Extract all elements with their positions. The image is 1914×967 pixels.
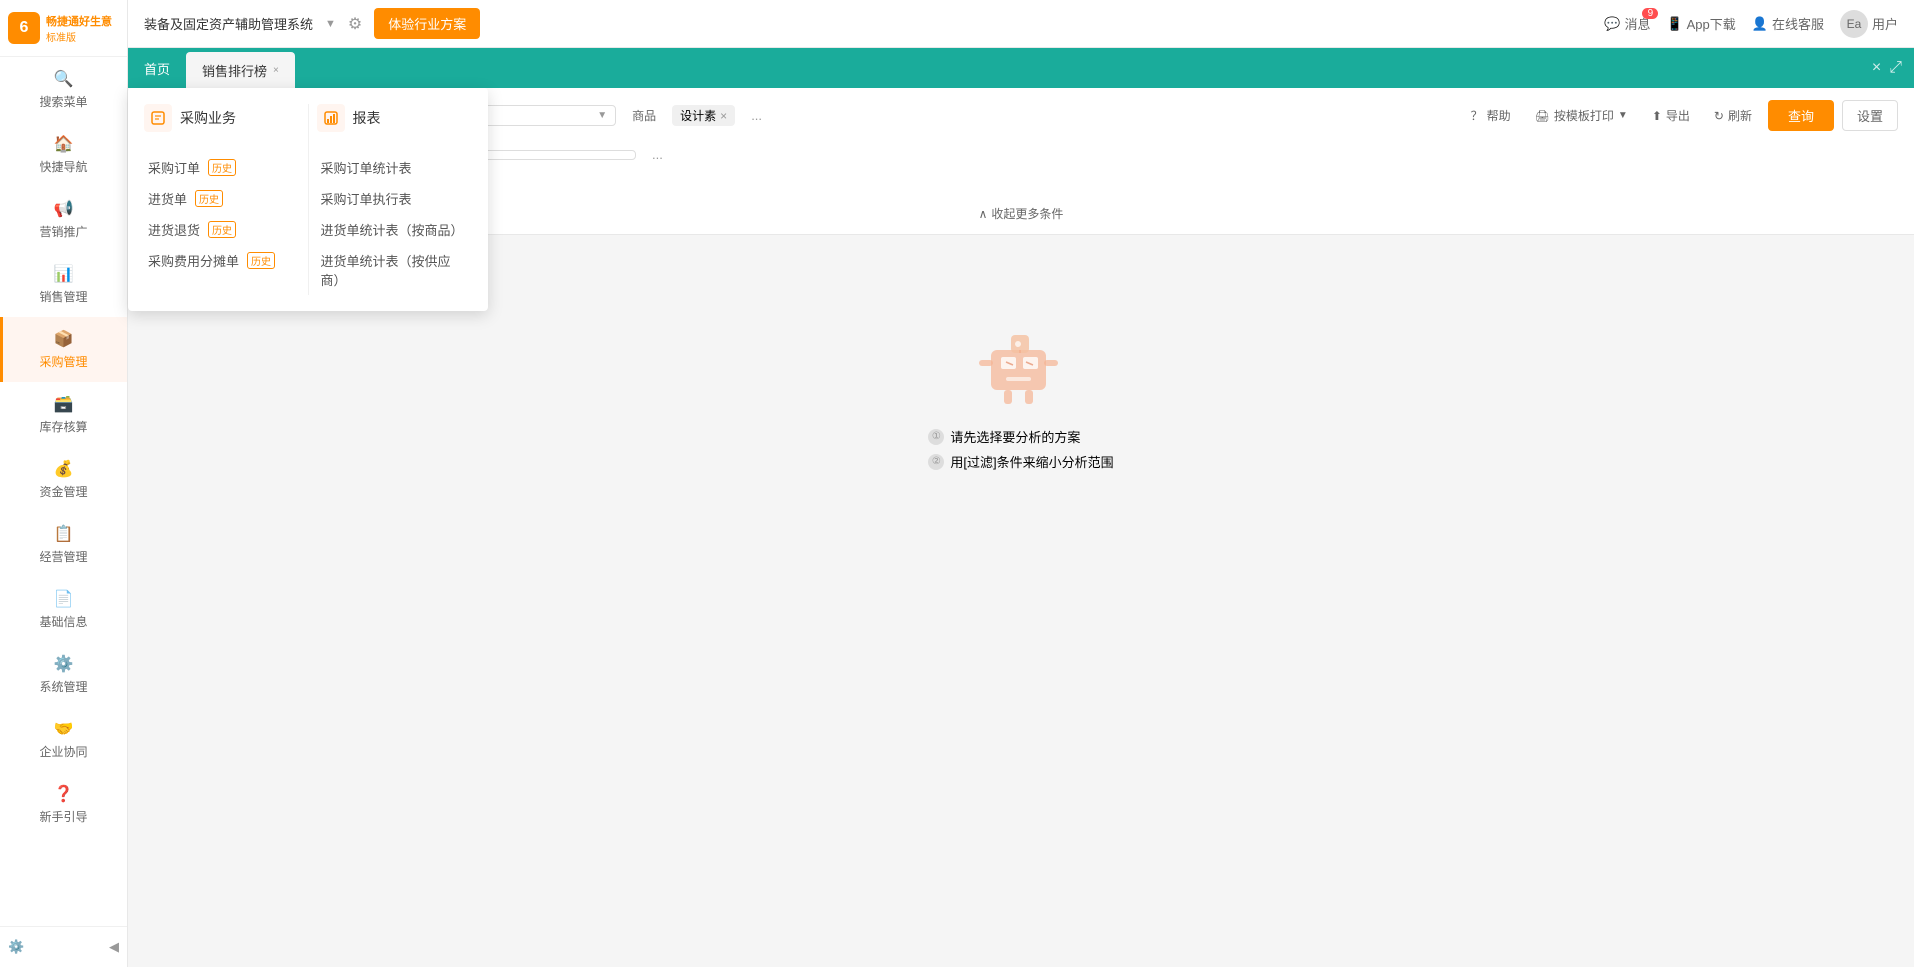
collapse-sidebar-icon[interactable]: ◀ xyxy=(109,939,119,955)
marketing-icon: 📢 xyxy=(54,199,74,219)
industry-button[interactable]: 体验行业方案 xyxy=(374,8,480,39)
help-button[interactable]: ？ 帮助 xyxy=(1463,103,1519,128)
top-bar-right: 💬 消息 9 📱 App下载 👤 在线客服 Ea 用户 xyxy=(1604,10,1898,38)
topbar-settings-icon[interactable]: ⚙ xyxy=(348,14,362,34)
tip-dot-1: ① xyxy=(928,429,944,445)
collapse-icon: ∧ xyxy=(979,207,988,221)
purchase-business-icon xyxy=(144,104,172,132)
empty-illustration xyxy=(971,315,1071,415)
query-button[interactable]: 查询 xyxy=(1768,100,1834,131)
collapse-button[interactable]: ∧ 收起更多条件 xyxy=(979,205,1064,222)
sidebar-footer: ⚙️ ◀ xyxy=(0,926,127,967)
tab-bar: 首页 销售排行榜 × × ⤢ xyxy=(128,48,1914,88)
goods-tag: 设计素 × xyxy=(672,105,735,126)
menu-purchase-order-exec[interactable]: 采购订单执行表 xyxy=(317,183,473,214)
enterprise-icon: 🤝 xyxy=(54,719,74,739)
dropdown-col-purchase-header: 采购业务 xyxy=(144,104,300,140)
tab-sales-rank[interactable]: 销售排行榜 × xyxy=(186,52,295,88)
tip-2: ② 用[过滤]条件来缩小分析范围 xyxy=(928,452,1113,471)
sidebar-item-search[interactable]: 🔍 搜索菜单 xyxy=(0,57,127,122)
phone-icon: 📱 xyxy=(1666,16,1682,32)
logo-icon: 6 xyxy=(8,12,40,44)
message-button[interactable]: 💬 消息 9 xyxy=(1604,14,1650,33)
finance-icon: 💰 xyxy=(54,459,74,479)
menu-goods-return[interactable]: 进货退货 历史 xyxy=(144,214,300,245)
dropdown-divider xyxy=(308,104,309,295)
sidebar-item-operations[interactable]: 📋 经营管理 xyxy=(0,512,127,577)
empty-tips: ① 请先选择要分析的方案 ② 用[过滤]条件来缩小分析范围 xyxy=(928,427,1113,477)
logo-text: 畅捷通好生意 标准版 xyxy=(46,13,112,44)
sidebar-item-quick-nav[interactable]: 🏠 快捷导航 xyxy=(0,122,127,187)
inventory-icon: 🗃️ xyxy=(54,394,74,414)
purchase-business-title: 采购业务 xyxy=(180,108,236,128)
window-close-icon[interactable]: × xyxy=(1872,59,1881,77)
dropdown-col-purchase: 采购业务 采购订单 历史 进货单 历史 进货退货 历史 xyxy=(144,104,300,295)
menu-goods-receipt[interactable]: 进货单 历史 xyxy=(144,183,300,214)
system-icon: ⚙️ xyxy=(54,654,74,674)
online-service-button[interactable]: 👤 在线客服 xyxy=(1752,14,1824,33)
help-icon: ？ xyxy=(1471,107,1483,124)
tab-home[interactable]: 首页 xyxy=(128,48,186,88)
guide-icon: ❓ xyxy=(54,784,74,804)
dropdown-columns: 采购业务 采购订单 历史 进货单 历史 进货退货 历史 xyxy=(144,104,472,295)
filter-actions: ？ 帮助 🖨 按模板打印 ▼ ⬆ 导出 ↻ xyxy=(1463,100,1898,131)
goods-label: 商品 xyxy=(632,107,656,124)
print-button[interactable]: 🖨 按模板打印 ▼ xyxy=(1527,103,1636,128)
sidebar-item-guide[interactable]: ❓ 新手引导 xyxy=(0,772,127,837)
dropdown-col-reports: 报表 采购订单统计表 采购订单执行表 进货单统计表（按商品） 进货单统计表（按供… xyxy=(317,104,473,295)
purchase-icon: 📦 xyxy=(54,329,74,349)
menu-goods-receipt-stats-goods[interactable]: 进货单统计表（按商品） xyxy=(317,214,473,245)
tip-1: ① 请先选择要分析的方案 xyxy=(928,427,1113,446)
tip-dot-2: ② xyxy=(928,454,944,470)
tab-bar-right: × ⤢ xyxy=(1872,59,1914,77)
service-icon: 👤 xyxy=(1752,16,1768,32)
basic-info-icon: 📄 xyxy=(54,589,74,609)
app-download-button[interactable]: 📱 App下载 xyxy=(1666,14,1735,33)
menu-purchase-order-stats[interactable]: 采购订单统计表 xyxy=(317,152,473,183)
settings-icon[interactable]: ⚙️ xyxy=(8,939,24,955)
sidebar-item-basic-info[interactable]: 📄 基础信息 xyxy=(0,577,127,642)
menu-purchase-expense[interactable]: 采购费用分摊单 历史 xyxy=(144,245,300,276)
sidebar-item-purchase[interactable]: 📦 采购管理 xyxy=(0,317,127,382)
sidebar-item-enterprise[interactable]: 🤝 企业协同 xyxy=(0,707,127,772)
logo: 6 畅捷通好生意 标准版 xyxy=(0,0,127,57)
salesperson-dots[interactable]: ... xyxy=(652,147,663,162)
sidebar-item-sales[interactable]: 📊 销售管理 xyxy=(0,252,127,317)
search-icon: 🔍 xyxy=(54,69,74,89)
goods-dots[interactable]: ... xyxy=(751,108,762,123)
window-maximize-icon[interactable]: ⤢ xyxy=(1889,59,1902,77)
reports-title: 报表 xyxy=(353,108,381,128)
avatar: Ea xyxy=(1840,10,1868,38)
export-icon: ⬆ xyxy=(1652,109,1662,123)
status-arrow-icon: ▼ xyxy=(597,110,607,121)
menu-purchase-order[interactable]: 采购订单 历史 xyxy=(144,152,300,183)
export-button[interactable]: ⬆ 导出 xyxy=(1644,103,1698,128)
sidebar-item-inventory[interactable]: 🗃️ 库存核算 xyxy=(0,382,127,447)
sidebar: 6 畅捷通好生意 标准版 🔍 搜索菜单 🏠 快捷导航 📢 营销推广 📊 xyxy=(0,0,128,967)
tab-close-icon[interactable]: × xyxy=(273,65,279,76)
home-icon: 🏠 xyxy=(54,134,74,154)
sidebar-nav: 🔍 搜索菜单 🏠 快捷导航 📢 营销推广 📊 销售管理 📦 采购管理 � xyxy=(0,57,127,926)
purchase-dropdown-menu: 采购业务 采购订单 历史 进货单 历史 进货退货 历史 xyxy=(128,88,488,311)
sidebar-item-marketing[interactable]: 📢 营销推广 xyxy=(0,187,127,252)
refresh-button[interactable]: ↻ 刷新 xyxy=(1706,103,1760,128)
operations-icon: 📋 xyxy=(54,524,74,544)
settings-button[interactable]: 设置 xyxy=(1842,100,1898,131)
sales-icon: 📊 xyxy=(54,264,74,284)
message-icon: 💬 xyxy=(1604,16,1620,32)
dropdown-col-reports-header: 报表 xyxy=(317,104,473,140)
report-icon xyxy=(317,104,345,132)
dropdown-arrow[interactable]: ▼ xyxy=(325,18,336,30)
sidebar-item-finance[interactable]: 💰 资金管理 xyxy=(0,447,127,512)
sidebar-item-system[interactable]: ⚙️ 系统管理 xyxy=(0,642,127,707)
print-icon: 🖨 xyxy=(1535,109,1550,123)
menu-goods-receipt-stats-supplier[interactable]: 进货单统计表（按供应商） xyxy=(317,245,473,295)
goods-tag-remove[interactable]: × xyxy=(720,109,727,123)
user-button[interactable]: Ea 用户 xyxy=(1840,10,1898,38)
top-bar: 装备及固定资产辅助管理系统 ▼ ⚙ 体验行业方案 💬 消息 9 📱 App下载 … xyxy=(128,0,1914,48)
main-area: 装备及固定资产辅助管理系统 ▼ ⚙ 体验行业方案 💬 消息 9 📱 App下载 … xyxy=(128,0,1914,967)
refresh-icon: ↻ xyxy=(1714,109,1724,123)
system-title: 装备及固定资产辅助管理系统 xyxy=(144,14,313,33)
print-arrow-icon: ▼ xyxy=(1618,110,1628,121)
